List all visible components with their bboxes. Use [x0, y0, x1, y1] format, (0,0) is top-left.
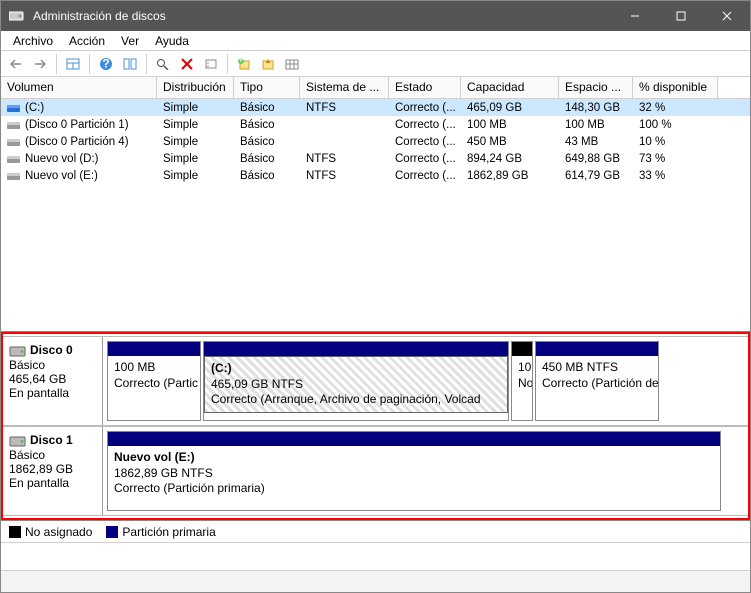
partition[interactable]: (C:)465,09 GB NTFSCorrecto (Arranque, Ar… — [203, 341, 509, 421]
volume-row[interactable]: (Disco 0 Partición 1)SimpleBásicoCorrect… — [1, 116, 750, 133]
menu-archivo[interactable]: Archivo — [5, 32, 61, 50]
disk-info[interactable]: Disco 1Básico1862,89 GBEn pantalla — [3, 427, 103, 515]
partition-bar — [512, 342, 532, 356]
disk-partitions: Nuevo vol (E:)1862,89 GB NTFSCorrecto (P… — [103, 427, 748, 515]
drive-icon — [7, 119, 21, 129]
svg-text:+: + — [237, 57, 244, 66]
disk-partitions: 100 MBCorrecto (Partic(C:)465,09 GB NTFS… — [103, 337, 748, 425]
properties-button[interactable] — [200, 53, 222, 75]
volume-list-header: Volumen Distribución Tipo Sistema de ...… — [1, 77, 750, 99]
unallocated-swatch — [9, 526, 21, 538]
menu-ver[interactable]: Ver — [113, 32, 147, 50]
disk-info[interactable]: Disco 0Básico465,64 GBEn pantalla — [3, 337, 103, 425]
partition-body: (C:)465,09 GB NTFSCorrecto (Arranque, Ar… — [204, 356, 508, 413]
partition[interactable]: 100 MBCorrecto (Partic — [107, 341, 201, 421]
forward-button[interactable] — [29, 53, 51, 75]
drive-icon — [7, 153, 21, 163]
drive-icon — [7, 136, 21, 146]
partition-bar — [536, 342, 658, 356]
partition-body: 450 MB NTFSCorrecto (Partición de — [536, 356, 658, 395]
delete-icon[interactable] — [176, 53, 198, 75]
partition-bar — [108, 342, 200, 356]
volume-list: Volumen Distribución Tipo Sistema de ...… — [1, 77, 750, 331]
col-header-capacidad[interactable]: Capacidad — [461, 77, 559, 98]
volume-row[interactable]: Nuevo vol (E:)SimpleBásicoNTFSCorrecto (… — [1, 167, 750, 184]
scan-button[interactable] — [152, 53, 174, 75]
legend-primary: Partición primaria — [106, 525, 215, 539]
menu-ayuda[interactable]: Ayuda — [147, 32, 197, 50]
close-button[interactable] — [704, 1, 750, 31]
minimize-button[interactable] — [612, 1, 658, 31]
col-header-volumen[interactable]: Volumen — [1, 77, 157, 98]
disk-map-section: Disco 0Básico465,64 GBEn pantalla100 MBC… — [1, 331, 750, 521]
help-button[interactable]: ? — [95, 53, 117, 75]
disk-row: Disco 0Básico465,64 GBEn pantalla100 MBC… — [3, 336, 748, 426]
new-volume-button[interactable]: + — [233, 53, 255, 75]
partition-bar — [108, 432, 720, 446]
partition[interactable]: 10 MBNo asig — [511, 341, 533, 421]
primary-swatch — [106, 526, 118, 538]
col-header-sistema[interactable]: Sistema de ... — [300, 77, 389, 98]
partition-bar — [204, 342, 508, 356]
legend: No asignado Partición primaria — [1, 521, 750, 543]
partition-body: 100 MBCorrecto (Partic — [108, 356, 200, 395]
toolbar: ? + — [1, 51, 750, 77]
maximize-button[interactable] — [658, 1, 704, 31]
drive-icon — [7, 102, 21, 112]
settings-panels-button[interactable] — [119, 53, 141, 75]
disk-hw-icon — [9, 344, 27, 358]
svg-text:?: ? — [102, 57, 109, 71]
partition[interactable]: Nuevo vol (E:)1862,89 GB NTFSCorrecto (P… — [107, 431, 721, 511]
drive-icon — [7, 170, 21, 180]
view-panels-button[interactable] — [62, 53, 84, 75]
col-header-distribucion[interactable]: Distribución — [157, 77, 234, 98]
status-bar — [1, 570, 750, 592]
window-title: Administración de discos — [33, 9, 612, 23]
partition[interactable]: 450 MB NTFSCorrecto (Partición de — [535, 341, 659, 421]
col-header-tipo[interactable]: Tipo — [234, 77, 300, 98]
menu-bar: Archivo Acción Ver Ayuda — [1, 31, 750, 51]
col-header-porcentaje[interactable]: % disponible — [633, 77, 718, 98]
col-header-estado[interactable]: Estado — [389, 77, 461, 98]
volume-action-button[interactable] — [257, 53, 279, 75]
disk-hw-icon — [9, 434, 27, 448]
disk-map: Disco 0Básico465,64 GBEn pantalla100 MBC… — [1, 332, 750, 520]
title-bar: Administración de discos — [1, 1, 750, 31]
volume-row[interactable]: (C:)SimpleBásicoNTFSCorrecto (...465,09 … — [1, 99, 750, 116]
legend-unallocated: No asignado — [9, 525, 92, 539]
volume-row[interactable]: Nuevo vol (D:)SimpleBásicoNTFSCorrecto (… — [1, 150, 750, 167]
partition-body: 10 MBNo asig — [512, 356, 532, 395]
volume-row[interactable]: (Disco 0 Partición 4)SimpleBásicoCorrect… — [1, 133, 750, 150]
app-icon — [9, 9, 25, 23]
col-header-espacio[interactable]: Espacio ... — [559, 77, 633, 98]
format-button[interactable] — [281, 53, 303, 75]
menu-accion[interactable]: Acción — [61, 32, 113, 50]
volume-list-body: (C:)SimpleBásicoNTFSCorrecto (...465,09 … — [1, 99, 750, 184]
disk-row: Disco 1Básico1862,89 GBEn pantallaNuevo … — [3, 426, 748, 516]
back-button[interactable] — [5, 53, 27, 75]
partition-body: Nuevo vol (E:)1862,89 GB NTFSCorrecto (P… — [108, 446, 720, 501]
